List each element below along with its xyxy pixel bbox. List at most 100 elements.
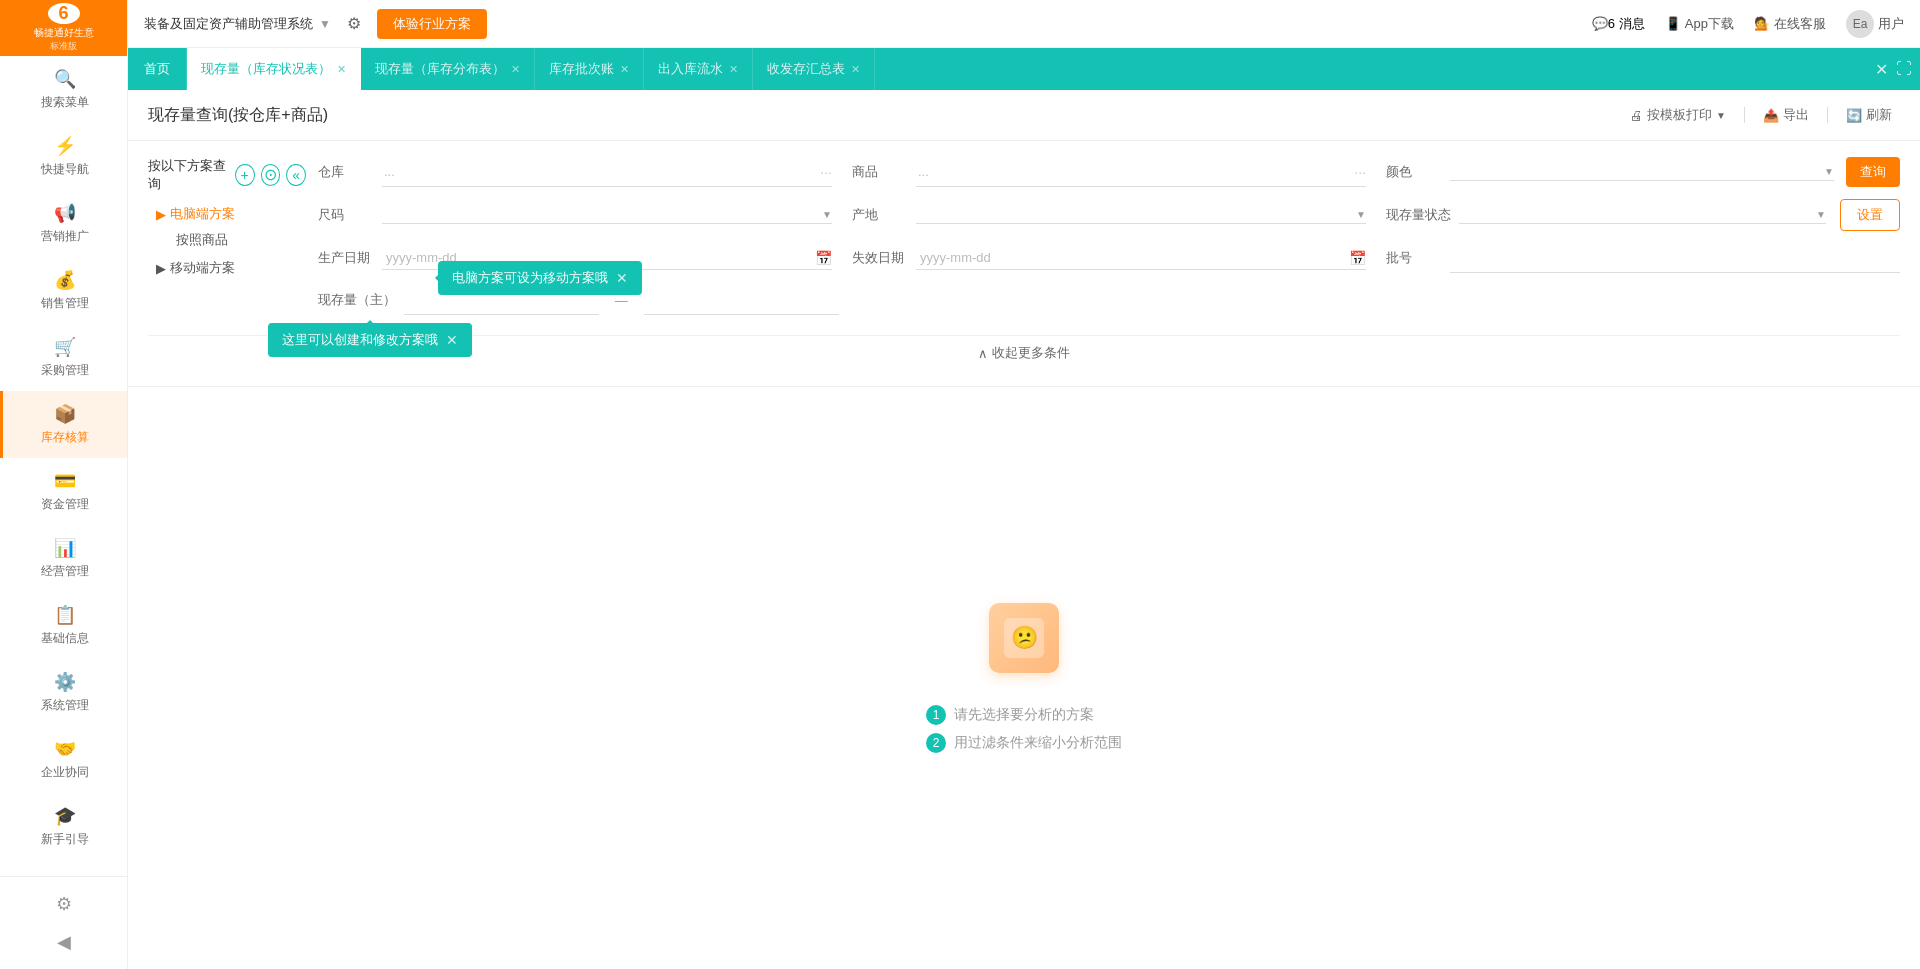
sidebar-item-search[interactable]: 🔍 搜索菜单 bbox=[0, 56, 127, 123]
scheme-panel: 按以下方案查询 + ⊙ « ▶ 电脑端方案 按照商品 bbox=[148, 157, 318, 281]
notification-wrap[interactable]: 💬 6 消息 bbox=[1592, 15, 1645, 33]
sidebar-item-label: 搜索菜单 bbox=[41, 94, 89, 111]
goods-input[interactable] bbox=[916, 160, 1354, 183]
sidebar-item-sales[interactable]: 💰 销售管理 bbox=[0, 257, 127, 324]
sidebar-collapse-btn[interactable]: ◀ bbox=[53, 927, 75, 957]
sidebar-item-nav[interactable]: ⚡ 快捷导航 bbox=[0, 123, 127, 190]
batch-field: 批号 bbox=[1386, 243, 1900, 273]
tab-label: 现存量（库存分布表） bbox=[375, 60, 505, 78]
goods-control: ··· bbox=[916, 157, 1366, 187]
print-icon: 🖨 bbox=[1630, 108, 1643, 123]
sidebar-item-baseinfo[interactable]: 📋 基础信息 bbox=[0, 592, 127, 659]
tooltip1-text: 电脑方案可设为移动方案哦 bbox=[452, 269, 608, 287]
print-btn[interactable]: 🖨 按模板打印 ▼ bbox=[1622, 102, 1734, 128]
sidebar-item-system[interactable]: ⚙️ 系统管理 bbox=[0, 659, 127, 726]
pc-scheme-child[interactable]: 按照商品 bbox=[148, 227, 308, 253]
sidebar-item-label: 采购管理 bbox=[41, 362, 89, 379]
tab-fullscreen-btn[interactable]: ⛶ bbox=[1896, 60, 1912, 78]
guide-icon: 🎓 bbox=[54, 805, 76, 827]
goods-dots[interactable]: ··· bbox=[1354, 164, 1366, 180]
tab-inventory-status[interactable]: 现存量（库存状况表） ✕ bbox=[187, 48, 361, 90]
tab-home[interactable]: 首页 bbox=[128, 48, 187, 90]
tab-close-icon[interactable]: ✕ bbox=[337, 63, 346, 76]
tooltip2-close[interactable]: ✕ bbox=[446, 332, 458, 348]
step2-text: 用过滤条件来缩小分析范围 bbox=[954, 734, 1122, 752]
pc-scheme-item[interactable]: ▶ 电脑端方案 bbox=[148, 201, 308, 227]
sidebar-item-cooperation[interactable]: 🤝 企业协同 bbox=[0, 726, 127, 793]
service-icon: 💁 bbox=[1754, 16, 1770, 31]
stock-qty-label: 现存量（主） bbox=[318, 291, 396, 309]
message-label: 消息 bbox=[1619, 15, 1645, 33]
expire-date-input[interactable] bbox=[916, 250, 1349, 265]
reset-btn[interactable]: 设置 bbox=[1840, 199, 1900, 231]
sidebar: 6 畅捷通好生意 标准版 🔍 搜索菜单 ⚡ 快捷导航 📢 营销推广 💰 销售管理… bbox=[0, 0, 128, 969]
sidebar-settings-btn[interactable]: ⚙ bbox=[52, 889, 76, 919]
inventory-icon: 📦 bbox=[54, 403, 76, 425]
expire-date-calendar-icon[interactable]: 📅 bbox=[1349, 250, 1366, 266]
logo-icon: 6 bbox=[48, 3, 80, 24]
tab-close-icon[interactable]: ✕ bbox=[620, 63, 629, 76]
collapse-label: 收起更多条件 bbox=[992, 344, 1070, 362]
avatar-initial: Ea bbox=[1853, 17, 1868, 31]
tab-close-all-btn[interactable]: ✕ bbox=[1875, 60, 1888, 79]
export-btn[interactable]: 📤 导出 bbox=[1755, 102, 1817, 128]
search-icon: 🔍 bbox=[54, 68, 76, 90]
stock-status-control: ▼ bbox=[1459, 206, 1826, 224]
sidebar-item-purchase[interactable]: 🛒 采购管理 bbox=[0, 324, 127, 391]
header-right: 💬 6 消息 📱 App下载 💁 在线客服 Ea 用户 bbox=[1592, 10, 1904, 38]
app-download-label: App下载 bbox=[1685, 15, 1734, 33]
tab-summary[interactable]: 收发存汇总表 ✕ bbox=[753, 48, 875, 90]
color-chevron: ▼ bbox=[1824, 166, 1834, 177]
user-btn[interactable]: Ea 用户 bbox=[1846, 10, 1904, 38]
expand-icon: ▶ bbox=[156, 207, 166, 222]
tab-close-icon[interactable]: ✕ bbox=[851, 63, 860, 76]
batch-input[interactable] bbox=[1450, 246, 1900, 269]
origin-label: 产地 bbox=[852, 206, 908, 224]
online-service-btn[interactable]: 💁 在线客服 bbox=[1754, 15, 1826, 33]
size-control: ▼ bbox=[382, 206, 832, 224]
finance-icon: 💳 bbox=[54, 470, 76, 492]
filter-main-row: 按以下方案查询 + ⊙ « ▶ 电脑端方案 按照商品 bbox=[148, 157, 1900, 327]
sidebar-item-operation[interactable]: 📊 经营管理 bbox=[0, 525, 127, 592]
settings-icon[interactable]: ⚙ bbox=[347, 14, 361, 33]
expand-icon2: ▶ bbox=[156, 261, 166, 276]
sidebar-item-inventory[interactable]: 📦 库存核算 bbox=[0, 391, 127, 458]
warehouse-input[interactable] bbox=[382, 160, 820, 183]
back-scheme-btn[interactable]: « bbox=[286, 164, 306, 186]
sidebar-item-label: 经营管理 bbox=[41, 563, 89, 580]
page-header: 现存量查询(按仓库+商品) 🖨 按模板打印 ▼ 📤 导出 🔄 刷新 bbox=[128, 90, 1920, 141]
experience-btn[interactable]: 体验行业方案 bbox=[377, 9, 487, 39]
tab-close-icon[interactable]: ✕ bbox=[729, 63, 738, 76]
nav-icon: ⚡ bbox=[54, 135, 76, 157]
tab-inventory-dist[interactable]: 现存量（库存分布表） ✕ bbox=[361, 48, 535, 90]
search-btn[interactable]: 查询 bbox=[1846, 157, 1900, 187]
empty-step-1: 1 请先选择要分析的方案 bbox=[926, 705, 1122, 725]
mobile-scheme-item[interactable]: ▶ 移动端方案 bbox=[148, 253, 308, 281]
tab-batch[interactable]: 库存批次账 ✕ bbox=[535, 48, 644, 90]
pc-scheme-label: 电脑端方案 bbox=[170, 205, 235, 223]
tab-label: 现存量（库存状况表） bbox=[201, 60, 331, 78]
sidebar-item-finance[interactable]: 💳 资金管理 bbox=[0, 458, 127, 525]
sidebar-item-guide[interactable]: 🎓 新手引导 bbox=[0, 793, 127, 860]
collapse-btn[interactable]: ∧ 收起更多条件 bbox=[978, 344, 1070, 362]
page-title: 现存量查询(按仓库+商品) bbox=[148, 105, 328, 126]
app-download-btn[interactable]: 📱 App下载 bbox=[1665, 15, 1734, 33]
tooltip1-close[interactable]: ✕ bbox=[616, 270, 628, 286]
more-scheme-btn[interactable]: ⊙ bbox=[261, 164, 281, 186]
tab-flow[interactable]: 出入库流水 ✕ bbox=[644, 48, 753, 90]
add-scheme-btn[interactable]: + bbox=[235, 164, 255, 186]
empty-step-2: 2 用过滤条件来缩小分析范围 bbox=[926, 733, 1122, 753]
stock-qty-to-input[interactable] bbox=[644, 288, 839, 311]
tab-close-icon[interactable]: ✕ bbox=[511, 63, 520, 76]
tooltip-scheme-2: 这里可以创建和修改方案哦 ✕ bbox=[268, 323, 472, 357]
sidebar-item-marketing[interactable]: 📢 营销推广 bbox=[0, 190, 127, 257]
fields-panel: 仓库 ··· 商品 ··· bbox=[318, 157, 1900, 327]
tab-label: 收发存汇总表 bbox=[767, 60, 845, 78]
warehouse-dots[interactable]: ··· bbox=[820, 164, 832, 180]
page-content: 现存量查询(按仓库+商品) 🖨 按模板打印 ▼ 📤 导出 🔄 刷新 bbox=[128, 90, 1920, 969]
tab-bar-right: ✕ ⛶ bbox=[1867, 48, 1920, 90]
sidebar-item-label: 基础信息 bbox=[41, 630, 89, 647]
refresh-btn[interactable]: 🔄 刷新 bbox=[1838, 102, 1900, 128]
prod-date-calendar-icon[interactable]: 📅 bbox=[815, 250, 832, 266]
cooperation-icon: 🤝 bbox=[54, 738, 76, 760]
